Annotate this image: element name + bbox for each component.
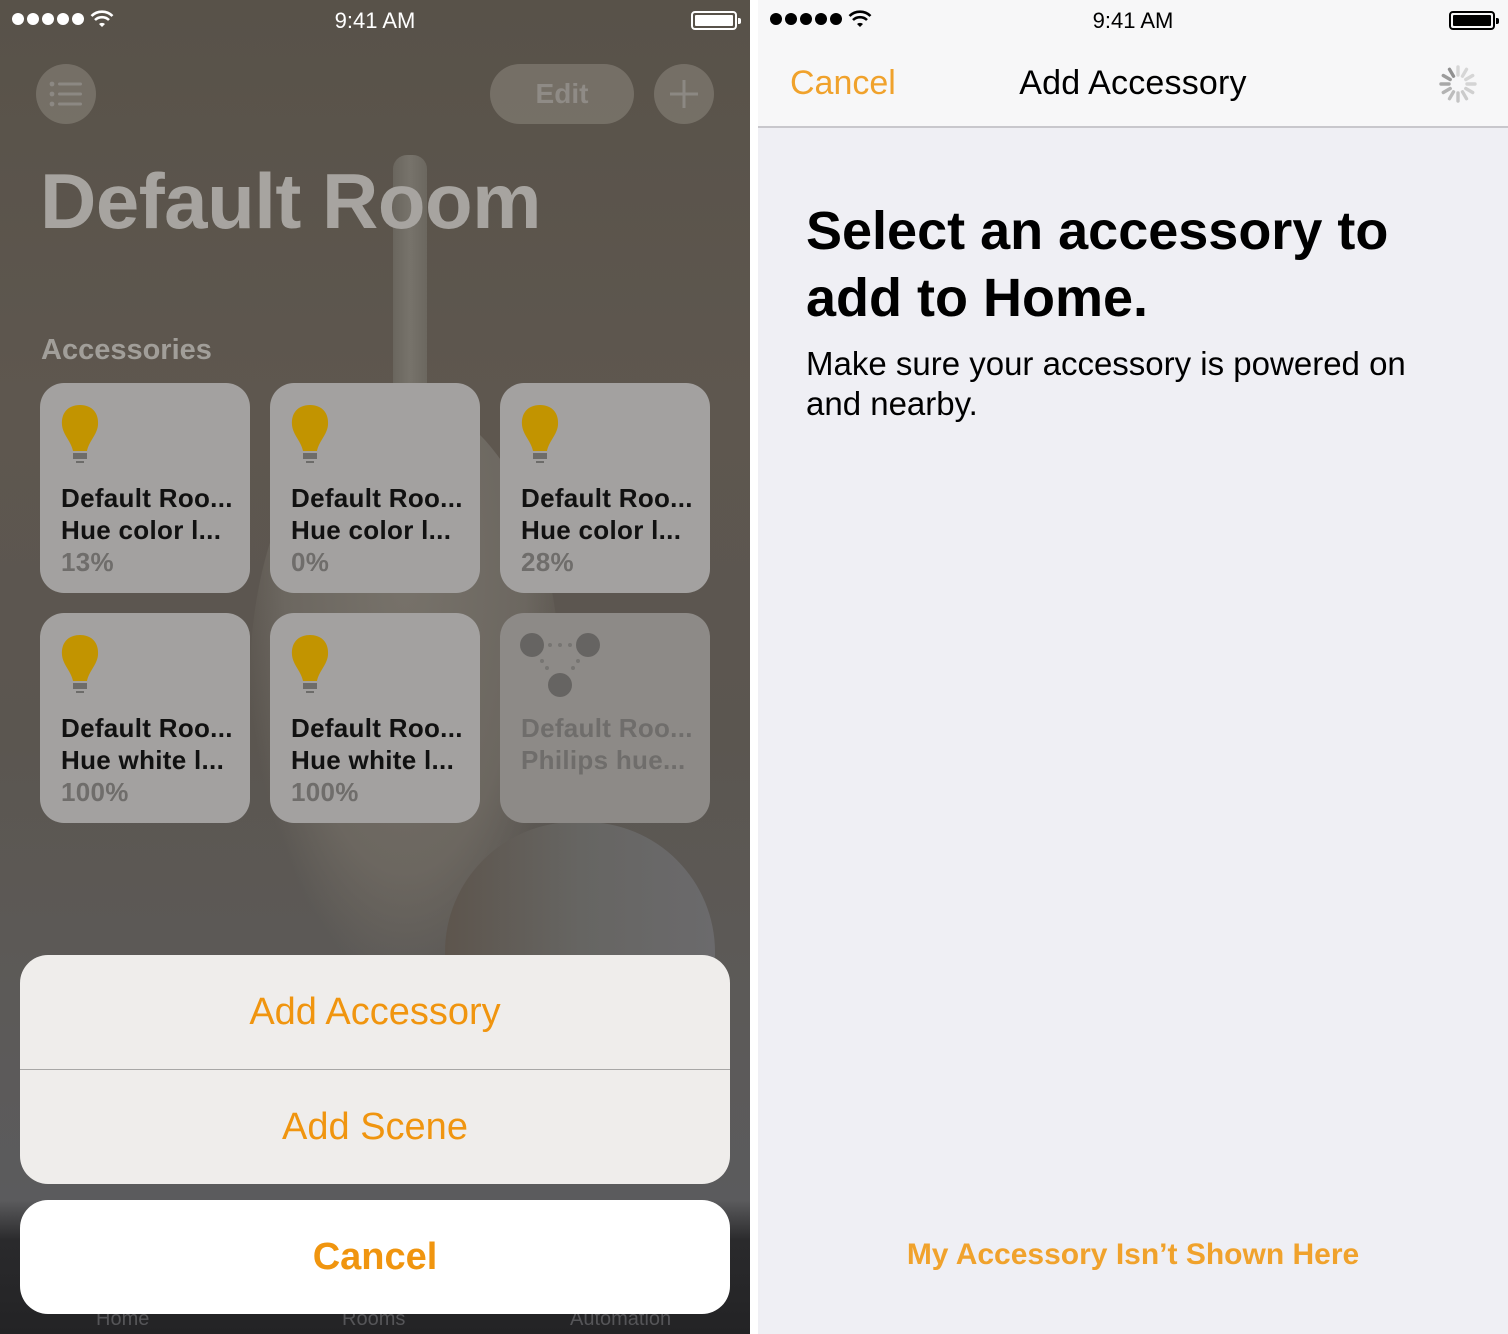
battery-icon [691, 11, 741, 30]
plus-icon [670, 80, 698, 108]
loading-spinner-icon [1439, 65, 1477, 103]
accessory-status: 0% [291, 547, 330, 577]
accessory-type: Hue color l... [291, 515, 452, 545]
list-icon [49, 81, 82, 107]
accessory-tile-bridge[interactable]: Default Roo... Philips hue... [500, 613, 710, 823]
accessory-status: 28% [521, 547, 574, 577]
add-scene-action[interactable]: Add Scene [20, 1070, 730, 1184]
accessory-room-name: Default Roo... [521, 713, 693, 743]
accessory-tile[interactable]: Default Roo... Hue white l... 100% [40, 613, 250, 823]
accessory-room-name: Default Roo... [61, 483, 233, 513]
accessory-status: 13% [61, 547, 114, 577]
accessory-tile[interactable]: Default Roo... Hue color l... 13% [40, 383, 250, 593]
instruction-subtext: Make sure your accessory is powered on a… [806, 345, 1406, 422]
accessory-room-name: Default Roo... [291, 713, 463, 743]
bridge-icon [520, 633, 600, 697]
status-bar: 9:41 AM [758, 0, 1508, 40]
nav-title: Add Accessory [1019, 64, 1247, 102]
add-accessory-action[interactable]: Add Accessory [20, 955, 730, 1069]
lightbulb-icon [61, 635, 99, 693]
lightbulb-icon [61, 405, 99, 463]
lightbulb-icon [291, 405, 329, 463]
accessory-tile[interactable]: Default Roo... Hue color l... 28% [500, 383, 710, 593]
accessory-not-shown-link[interactable]: My Accessory Isn’t Shown Here [758, 1238, 1508, 1272]
accessories-section-label: Accessories [41, 334, 212, 366]
action-sheet: Add Accessory Add Scene [20, 955, 730, 1184]
lightbulb-icon [291, 635, 329, 693]
navigation-bar: Cancel Add Accessory [758, 40, 1508, 128]
accessory-room-name: Default Roo... [291, 483, 463, 513]
instruction-heading: Select an accessory to add to Home. [806, 201, 1389, 328]
room-title: Default Room [40, 157, 542, 245]
accessory-type: Philips hue... [521, 745, 686, 775]
add-button[interactable] [654, 64, 714, 124]
lightbulb-icon [521, 405, 559, 463]
accessory-grid: Default Roo... Hue color l... 13% Defaul… [40, 383, 720, 823]
accessory-room-name: Default Roo... [61, 713, 233, 743]
accessory-type: Hue color l... [521, 515, 682, 545]
accessory-type: Hue color l... [61, 515, 222, 545]
status-bar: 9:41 AM [0, 0, 750, 40]
accessory-type: Hue white l... [61, 745, 225, 775]
rooms-list-button[interactable] [36, 64, 96, 124]
accessory-room-name: Default Roo... [521, 483, 693, 513]
accessory-tile[interactable]: Default Roo... Hue white l... 100% [270, 613, 480, 823]
accessory-tile[interactable]: Default Roo... Hue color l... 0% [270, 383, 480, 593]
accessory-status: 100% [61, 777, 129, 807]
status-time: 9:41 AM [334, 8, 416, 33]
status-time: 9:41 AM [1092, 8, 1174, 33]
add-accessory-screen: 9:41 AM Cancel Add Accessory Select an a… [758, 0, 1508, 1334]
accessory-type: Hue white l... [291, 745, 455, 775]
edit-button[interactable]: Edit [490, 64, 634, 124]
battery-icon [1449, 11, 1499, 30]
action-sheet-cancel-button[interactable]: Cancel [20, 1200, 730, 1314]
accessory-status: 100% [291, 777, 359, 807]
home-room-screen: 9:41 AM Edit Default Room Accessories De… [0, 0, 750, 1334]
